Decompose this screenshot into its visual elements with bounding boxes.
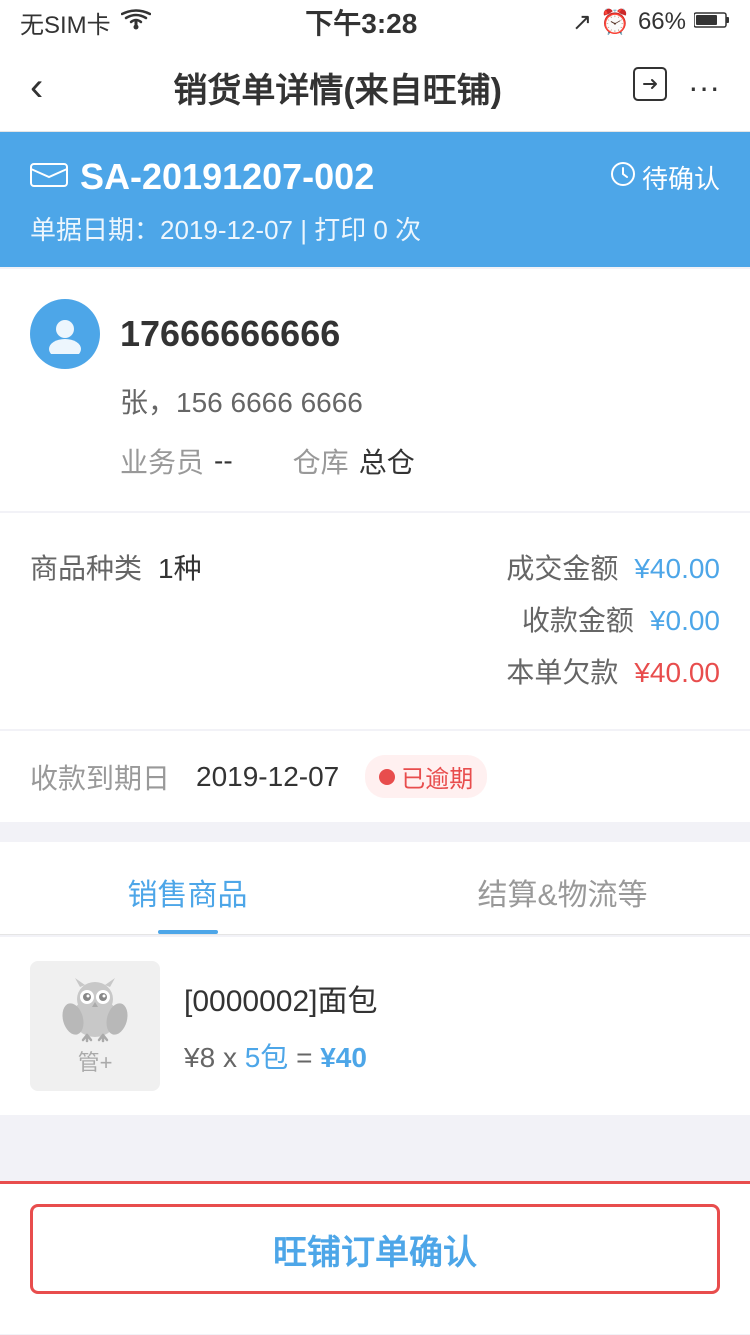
carrier-text: 无SIM卡 bbox=[20, 5, 111, 40]
deal-amount-label: 成交金额 bbox=[506, 543, 618, 595]
status-bar: 无SIM卡 下午3:28 ↗ ⏰ 66% bbox=[0, 0, 750, 44]
product-types-value: 1种 bbox=[158, 543, 202, 595]
product-types-item: 商品种类 1种 bbox=[30, 543, 202, 595]
tabs-section: 销售商品 结算&物流等 bbox=[0, 842, 750, 935]
due-label: 收款到期日 bbox=[30, 757, 170, 797]
share-icon[interactable] bbox=[632, 66, 668, 110]
back-button[interactable]: ‹ bbox=[30, 65, 43, 110]
received-amount-value: ¥0.00 bbox=[650, 595, 720, 647]
equals-sign: = bbox=[296, 1042, 320, 1073]
page-title: 销货单详情(来自旺铺) bbox=[43, 63, 632, 112]
customer-meta: 业务员 -- 仓库 总仓 bbox=[120, 441, 720, 481]
product-owl-logo: 管+ bbox=[55, 975, 135, 1077]
product-name: [0000002]面包 bbox=[184, 976, 720, 1020]
status-time: 下午3:28 bbox=[305, 2, 417, 42]
owed-amount-item: 本单欠款 ¥40.00 bbox=[506, 647, 720, 699]
order-date: 单据日期：2019-12-07 | 打印 0 次 bbox=[30, 210, 720, 247]
summary-right: 成交金额 ¥40.00 收款金额 ¥0.00 本单欠款 ¥40.00 bbox=[506, 543, 720, 699]
salesperson-item: 业务员 -- bbox=[120, 441, 233, 481]
confirm-order-button[interactable]: 旺铺订单确认 bbox=[30, 1204, 720, 1294]
deal-amount-value: ¥40.00 bbox=[634, 543, 720, 595]
location-icon: ↗ bbox=[572, 8, 592, 37]
customer-phone: 17666666666 bbox=[120, 313, 340, 355]
order-header: SA-20191207-002 待确认 单据日期：2019-12-07 | 打印… bbox=[0, 132, 750, 267]
warehouse-value: 总仓 bbox=[359, 441, 415, 481]
nav-actions: ··· bbox=[632, 66, 720, 110]
avatar bbox=[30, 299, 100, 369]
alarm-icon: ⏰ bbox=[600, 8, 630, 37]
warehouse-item: 仓库 总仓 bbox=[293, 441, 415, 481]
salesperson-value: -- bbox=[214, 445, 233, 477]
customer-name: 张，156 6666 6666 bbox=[120, 381, 720, 421]
multiply-sign: x bbox=[223, 1042, 245, 1073]
order-id-icon bbox=[30, 156, 68, 198]
due-section: 收款到期日 2019-12-07 已逾期 bbox=[0, 731, 750, 822]
order-status: 待确认 bbox=[610, 159, 720, 196]
due-date-value: 2019-12-07 bbox=[196, 761, 339, 793]
product-total: ¥40 bbox=[320, 1042, 367, 1073]
product-thumbnail: 管+ bbox=[30, 961, 160, 1091]
owed-amount-value: ¥40.00 bbox=[634, 647, 720, 699]
product-types-label: 商品种类 bbox=[30, 543, 142, 595]
confirm-btn-container: 旺铺订单确认 bbox=[0, 1181, 750, 1334]
received-amount-item: 收款金额 ¥0.00 bbox=[522, 595, 720, 647]
more-icon[interactable]: ··· bbox=[688, 69, 720, 106]
tab-settlement-logistics[interactable]: 结算&物流等 bbox=[375, 842, 750, 934]
product-section: 管+ [0000002]面包 ¥8 x 5包 = ¥40 bbox=[0, 937, 750, 1115]
status-left: 无SIM卡 bbox=[20, 5, 151, 40]
summary-left: 商品种类 1种 bbox=[30, 543, 202, 595]
product-unit-price: ¥8 bbox=[184, 1042, 215, 1073]
warehouse-label: 仓库 bbox=[293, 441, 349, 481]
wifi-icon bbox=[121, 8, 151, 37]
customer-row: 17666666666 bbox=[30, 299, 720, 369]
received-amount-label: 收款金额 bbox=[522, 595, 634, 647]
overdue-dot-icon bbox=[379, 769, 395, 785]
clock-icon bbox=[610, 161, 636, 194]
customer-section: 17666666666 张，156 6666 6666 业务员 -- 仓库 总仓 bbox=[0, 269, 750, 511]
tab-sales-products[interactable]: 销售商品 bbox=[0, 842, 375, 934]
battery-text: 66% bbox=[638, 8, 686, 36]
deal-amount-item: 成交金额 ¥40.00 bbox=[506, 543, 720, 595]
product-price-row: ¥8 x 5包 = ¥40 bbox=[184, 1036, 720, 1076]
product-quantity: 5包 bbox=[245, 1042, 289, 1073]
order-id: SA-20191207-002 bbox=[30, 156, 374, 198]
brand-plus: 管+ bbox=[78, 1045, 113, 1077]
summary-section: 商品种类 1种 成交金额 ¥40.00 收款金额 ¥0.00 本单欠款 ¥40.… bbox=[0, 513, 750, 729]
nav-bar: ‹ 销货单详情(来自旺铺) ··· bbox=[0, 44, 750, 132]
owed-amount-label: 本单欠款 bbox=[506, 647, 618, 699]
overdue-text: 已逾期 bbox=[401, 759, 473, 794]
tab-underline bbox=[158, 930, 218, 934]
salesperson-label: 业务员 bbox=[120, 441, 204, 481]
overdue-badge: 已逾期 bbox=[365, 755, 487, 798]
battery-icon bbox=[694, 8, 730, 36]
status-right: ↗ ⏰ 66% bbox=[572, 8, 730, 37]
order-id-row: SA-20191207-002 待确认 bbox=[30, 156, 720, 198]
product-info: [0000002]面包 ¥8 x 5包 = ¥40 bbox=[184, 976, 720, 1076]
